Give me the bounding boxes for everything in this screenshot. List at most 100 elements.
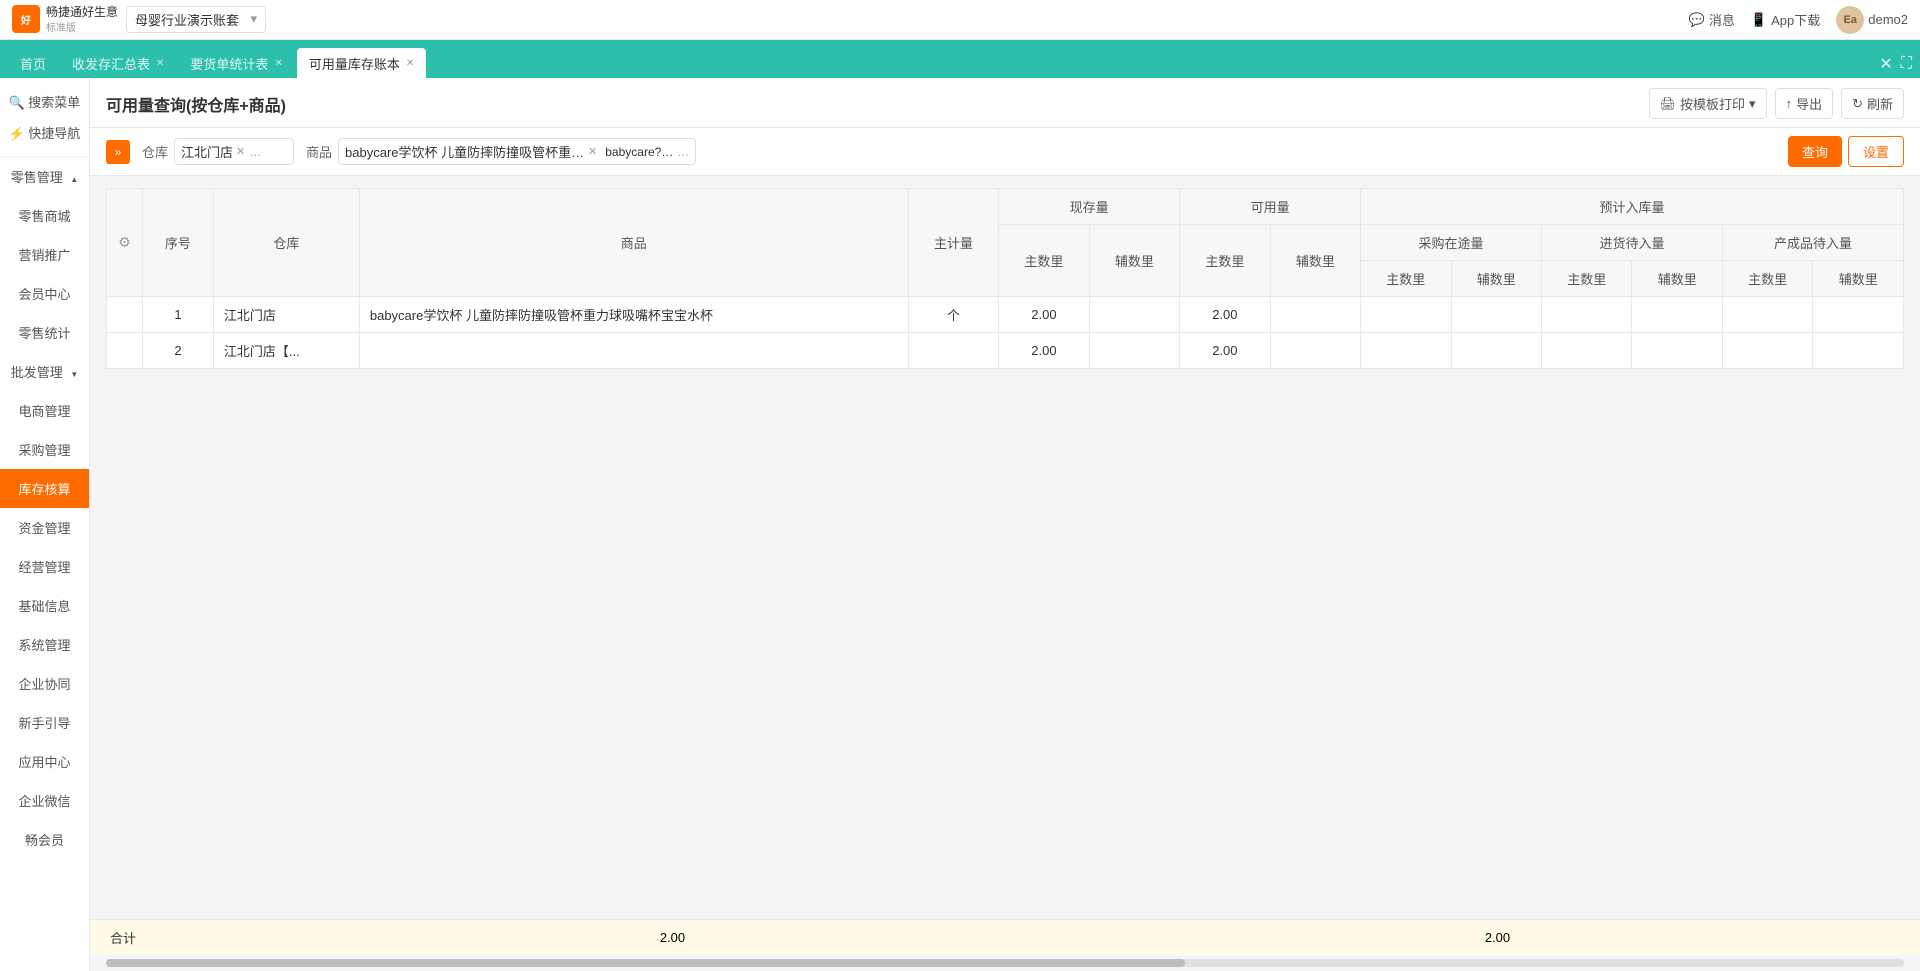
main-layout: 🔍 搜索菜单 ⚡ 快捷导航 零售管理 零售商城 营销推广 会员中心 零售统计 批… xyxy=(0,78,1920,971)
sidebar-item-label: 零售统计 xyxy=(18,326,70,341)
cell-stock-aux xyxy=(1089,297,1179,333)
logo-text: 畅捷通好生意 xyxy=(46,5,118,19)
tab-bar: 首页 收发存汇总表 ✕ 要货单统计表 ✕ 可用量库存账本 ✕ ✕ ⛶ xyxy=(0,40,1920,78)
cell-avail-main: 2.00 xyxy=(1180,297,1270,333)
sidebar-item-enterprise[interactable]: 企业协同 xyxy=(0,664,89,703)
chevron-down-icon: ▾ xyxy=(1749,96,1756,112)
tab-receipt-label: 收发存汇总表 xyxy=(72,54,150,73)
cell-incoming-aux xyxy=(1632,333,1722,369)
cell-unit: 个 xyxy=(908,297,998,333)
cell-no: 2 xyxy=(143,333,214,369)
sidebar-item-label: 系统管理 xyxy=(18,638,70,653)
tab-order-close[interactable]: ✕ xyxy=(274,58,282,69)
cell-avail-aux xyxy=(1270,333,1360,369)
sidebar-item-newbie[interactable]: 新手引导 xyxy=(0,703,89,742)
warehouse-more[interactable]: … xyxy=(249,145,261,159)
filter-actions: 查询 设置 xyxy=(1788,136,1904,167)
scroll-track[interactable] xyxy=(106,959,1904,967)
logo-area: 好 畅捷通好生意 标准版 xyxy=(12,5,118,34)
top-bar: 好 畅捷通好生意 标准版 母婴行业演示账套 ▾ 💬 消息 📱 App下载 Ea … xyxy=(0,0,1920,40)
tab-receipt[interactable]: 收发存汇总表 ✕ xyxy=(60,48,176,78)
sidebar-item-label: 基础信息 xyxy=(18,599,70,614)
sidebar-item-marketing[interactable]: 营销推广 xyxy=(0,235,89,274)
top-bar-right: 💬 消息 📱 App下载 Ea demo2 xyxy=(1689,6,1908,34)
sidebar-item-zero-retail[interactable]: 零售管理 xyxy=(0,157,89,196)
product-tag: babycare学饮杯 儿童防摔防撞吸管杯重力球吸嘴杯宝宝水杯 ✕ xyxy=(345,142,597,161)
sidebar-item-finance[interactable]: 资金管理 xyxy=(0,508,89,547)
cell-unit xyxy=(908,333,998,369)
col-settings-icon[interactable]: ⚙ xyxy=(118,234,131,250)
logo-icon: 好 xyxy=(12,5,40,33)
sidebar-item-inventory[interactable]: 库存核算 xyxy=(0,469,89,508)
sidebar-item-label: 营销推广 xyxy=(18,248,70,263)
sidebar-item-wholesale[interactable]: 批发管理 xyxy=(0,352,89,391)
export-icon: ↑ xyxy=(1786,96,1793,111)
warehouse-label: 仓库 xyxy=(142,142,168,161)
tab-bar-right: ✕ ⛶ xyxy=(1879,54,1912,78)
col-no-header: 序号 xyxy=(143,189,214,297)
tab-home[interactable]: 首页 xyxy=(8,48,58,78)
export-button[interactable]: ↑ 导出 xyxy=(1775,88,1834,119)
sidebar-item-member[interactable]: 会员中心 xyxy=(0,274,89,313)
col-unit-header: 主计量 xyxy=(908,189,998,297)
sidebar-item-label: 采购管理 xyxy=(18,443,70,458)
tab-available-label: 可用量库存账本 xyxy=(309,54,400,73)
sidebar-item-retail-stat[interactable]: 零售统计 xyxy=(0,313,89,352)
tab-available-close[interactable]: ✕ xyxy=(406,58,414,69)
product-filter-group: 商品 babycare学饮杯 儿童防摔防撞吸管杯重力球吸嘴杯宝宝水杯 ✕ bab… xyxy=(306,138,696,165)
tab-order[interactable]: 要货单统计表 ✕ xyxy=(178,48,294,78)
table-row: 1 江北门店 babycare学饮杯 儿童防摔防撞吸管杯重力球吸嘴杯宝宝水杯 个… xyxy=(107,297,1904,333)
user-menu[interactable]: Ea demo2 xyxy=(1836,6,1908,34)
product-tag-remove[interactable]: ✕ xyxy=(588,145,597,158)
tab-close-all-button[interactable]: ✕ xyxy=(1879,54,1892,74)
refresh-button[interactable]: ↻ 刷新 xyxy=(1841,88,1904,119)
sidebar-nav-button[interactable]: ⚡ 快捷导航 xyxy=(0,117,89,148)
sidebar-item-label: 资金管理 xyxy=(18,521,70,536)
sidebar-item-operations[interactable]: 经营管理 xyxy=(0,547,89,586)
sidebar-item-retail-shop[interactable]: 零售商城 xyxy=(0,196,89,235)
expand-button[interactable]: » xyxy=(106,140,130,164)
group-planned-header: 预计入库量 xyxy=(1361,189,1904,225)
cell-prod-main xyxy=(1722,333,1812,369)
cell-purchase-aux xyxy=(1451,297,1541,333)
scroll-bar-area xyxy=(90,955,1920,971)
sidebar-item-label: 零售商城 xyxy=(18,209,70,224)
query-button[interactable]: 查询 xyxy=(1788,136,1842,167)
sidebar-item-member2[interactable]: 畅会员 xyxy=(0,820,89,859)
product-filter-input[interactable]: babycare学饮杯 儿童防摔防撞吸管杯重力球吸嘴杯宝宝水杯 ✕ babyca… xyxy=(338,138,696,165)
product-more-tag: babycare?… xyxy=(605,145,673,159)
industry-select[interactable]: 母婴行业演示账套 ▾ xyxy=(126,6,266,33)
tab-expand-button[interactable]: ⛶ xyxy=(1901,55,1912,73)
warehouse-filter-input[interactable]: 江北门店 ✕ … xyxy=(174,138,294,165)
print-button[interactable]: 🖨 按模板打印 ▾ xyxy=(1649,88,1767,119)
cell-no: 1 xyxy=(143,297,214,333)
page-actions: 🖨 按模板打印 ▾ ↑ 导出 ↻ 刷新 xyxy=(1649,88,1905,119)
sidebar-item-system[interactable]: 系统管理 xyxy=(0,625,89,664)
sidebar: 🔍 搜索菜单 ⚡ 快捷导航 零售管理 零售商城 营销推广 会员中心 零售统计 批… xyxy=(0,78,90,971)
sidebar-item-basic[interactable]: 基础信息 xyxy=(0,586,89,625)
product-label: 商品 xyxy=(306,142,332,161)
sidebar-item-label: 企业微信 xyxy=(18,794,70,809)
sidebar-search-button[interactable]: 🔍 搜索菜单 xyxy=(0,86,89,117)
app-download-button[interactable]: 📱 App下载 xyxy=(1751,10,1820,29)
col-purchase-aux-header: 辅数里 xyxy=(1451,261,1541,297)
sidebar-item-wechat[interactable]: 企业微信 xyxy=(0,781,89,820)
print-label: 按模板打印 xyxy=(1680,94,1745,113)
sidebar-item-label: 畅会员 xyxy=(25,833,64,848)
refresh-label: 刷新 xyxy=(1867,94,1893,113)
scroll-thumb[interactable] xyxy=(106,959,1185,967)
sidebar-item-ecommerce[interactable]: 电商管理 xyxy=(0,391,89,430)
tab-available[interactable]: 可用量库存账本 ✕ xyxy=(297,48,426,78)
tab-receipt-close[interactable]: ✕ xyxy=(156,58,164,69)
sidebar-item-apps[interactable]: 应用中心 xyxy=(0,742,89,781)
page-title: 可用量查询(按仓库+商品) xyxy=(106,92,286,116)
group-stock-header: 现存量 xyxy=(999,189,1180,225)
cell-stock-main: 2.00 xyxy=(999,297,1089,333)
sidebar-item-purchase[interactable]: 采购管理 xyxy=(0,430,89,469)
message-button[interactable]: 💬 消息 xyxy=(1689,10,1735,29)
warehouse-tag-remove[interactable]: ✕ xyxy=(236,145,245,158)
product-more-button[interactable]: … xyxy=(677,145,689,159)
settings-button[interactable]: 设置 xyxy=(1848,136,1904,167)
nav-icon: ⚡ xyxy=(9,126,25,141)
cell-purchase-main xyxy=(1361,333,1451,369)
